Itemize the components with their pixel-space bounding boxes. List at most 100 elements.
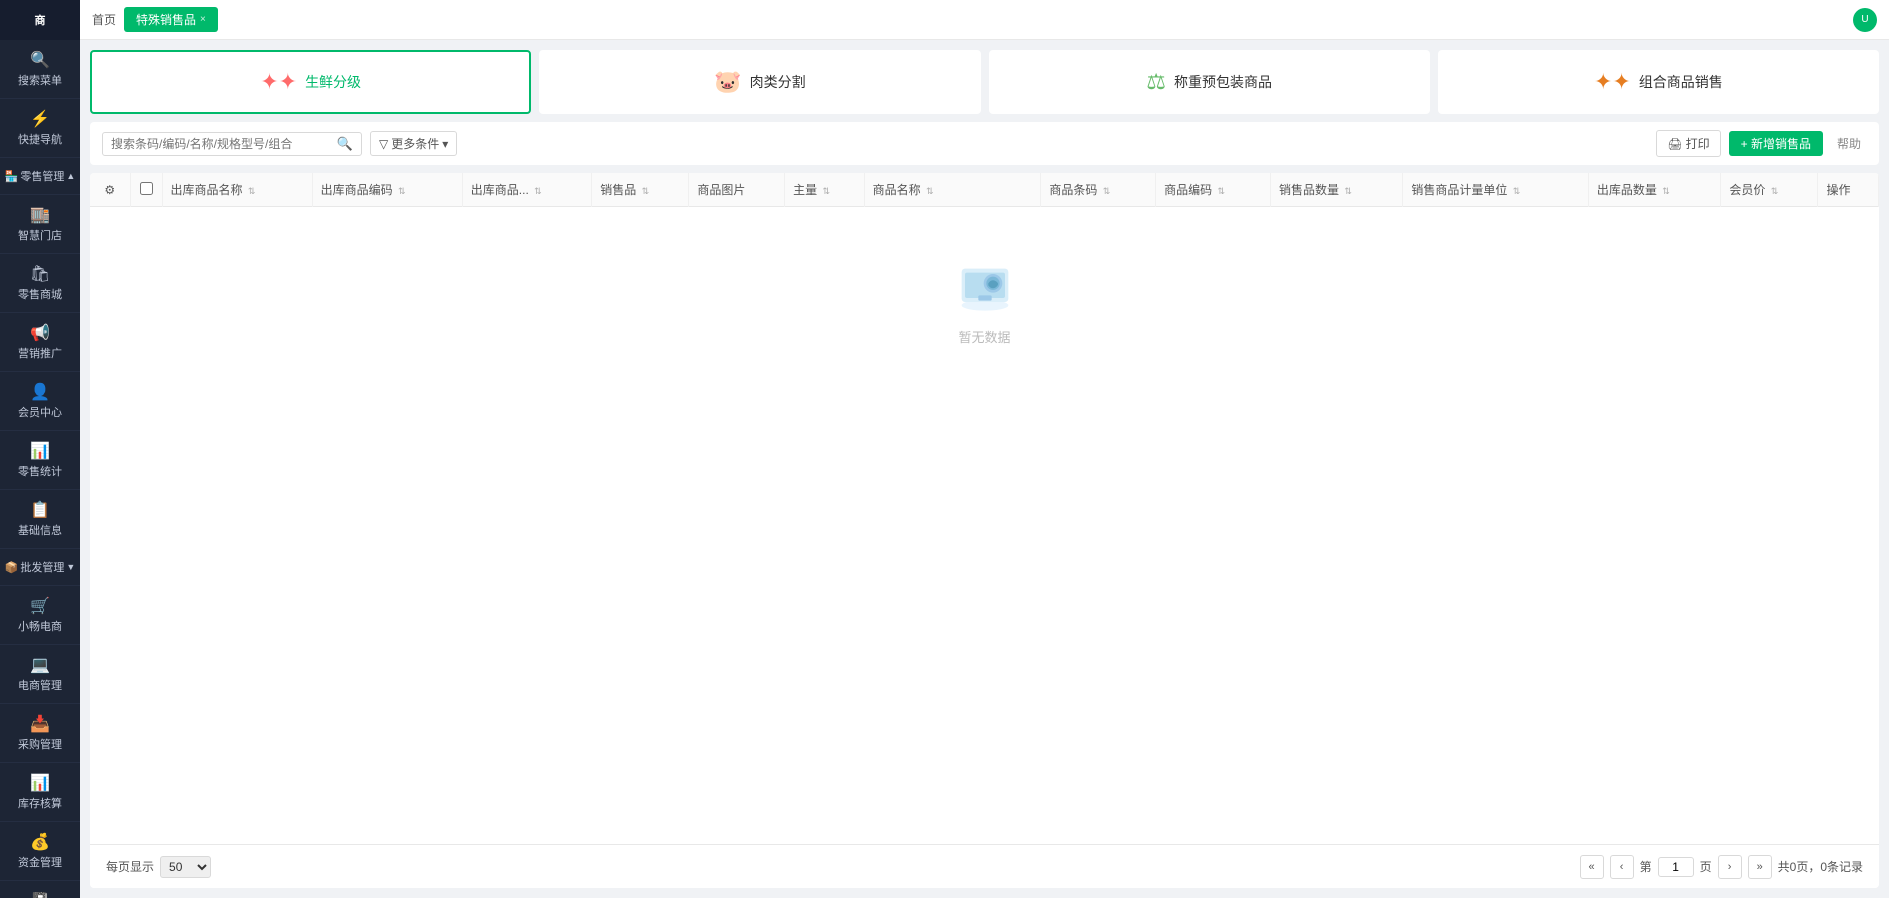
toolbar-right: 🖨 打印 + 新增销售品 帮助 <box>1656 130 1867 157</box>
retail-mgmt-icon: 🏪 <box>5 170 19 183</box>
search-box[interactable]: 🔍 <box>102 132 362 156</box>
page-suffix: 页 <box>1700 858 1712 875</box>
page-container: ✦✦ 生鲜分级 🐷 肉类分割 ⚖ 称重预包装商品 ✦✦ 组合商品销售 🔍 <box>80 40 1889 898</box>
print-label: 打印 <box>1686 135 1710 152</box>
first-page-btn[interactable]: « <box>1580 855 1604 879</box>
th-label: 主量 <box>793 183 817 197</box>
meat-cutting-icon: 🐷 <box>714 69 741 95</box>
help-button[interactable]: 帮助 <box>1831 131 1867 156</box>
tab-card-combo-goods[interactable]: ✦✦ 组合商品销售 <box>1438 50 1879 114</box>
th-label: 出库品数量 <box>1597 183 1657 197</box>
sidebar-item-general-ledger[interactable]: 📓 总账管理 <box>0 881 80 898</box>
sidebar-item-label: 快捷导航 <box>18 134 62 146</box>
print-button[interactable]: 🖨 打印 <box>1656 130 1720 157</box>
select-all-checkbox[interactable] <box>140 182 153 195</box>
th-label: 出库商品名称 <box>171 183 243 197</box>
search-icon[interactable]: 🔍 <box>337 136 353 152</box>
weight-prepack-icon: ⚖ <box>1146 69 1166 95</box>
th-goods-image[interactable]: 商品图片 <box>689 173 785 207</box>
tab-cards-row: ✦✦ 生鲜分级 🐷 肉类分割 ⚖ 称重预包装商品 ✦✦ 组合商品销售 <box>90 50 1879 114</box>
per-page-select[interactable]: 50 10 20 100 <box>160 856 211 878</box>
close-tab-icon[interactable]: × <box>200 14 206 25</box>
th-label: 商品编码 <box>1164 183 1212 197</box>
add-goods-button[interactable]: + 新增销售品 <box>1729 131 1823 156</box>
next-page-btn[interactable]: › <box>1718 855 1742 879</box>
tab-card-meat-cutting[interactable]: 🐷 肉类分割 <box>539 50 980 114</box>
sidebar-item-quick-nav[interactable]: ⚡ 快捷导航 <box>0 99 80 158</box>
table-header-row: ⚙ 出库商品名称 ⇅ 出库商品编码 ⇅ <box>90 173 1879 207</box>
sidebar-item-search-menu[interactable]: 🔍 搜索菜单 <box>0 40 80 99</box>
th-label: 商品条码 <box>1049 183 1097 197</box>
sidebar-item-label: 基础信息 <box>18 525 62 537</box>
th-label: 操作 <box>1826 183 1850 197</box>
sidebar-item-purchase-mgmt[interactable]: 📥 采购管理 <box>0 704 80 763</box>
sort-arrows-icon: ⇅ <box>823 186 831 196</box>
th-goods-barcode[interactable]: 商品条码 ⇅ <box>1041 173 1156 207</box>
tab-card-label: 称重预包装商品 <box>1174 72 1272 92</box>
inventory-icon: 📊 <box>4 773 76 793</box>
sidebar-item-inventory[interactable]: 📊 库存核算 <box>0 763 80 822</box>
top-nav: 首页 特殊销售品 × U <box>80 0 1889 40</box>
page-number-input[interactable] <box>1658 857 1694 877</box>
th-goods-name[interactable]: 商品名称 ⇅ <box>864 173 1041 207</box>
th-settings[interactable]: ⚙ <box>90 173 130 207</box>
breadcrumb-home[interactable]: 首页 <box>92 11 116 28</box>
sidebar-item-retail-mall[interactable]: 🛍 零售商城 <box>0 254 80 313</box>
sidebar-item-basic-info[interactable]: 📋 基础信息 <box>0 490 80 549</box>
ecommerce-mgmt-icon: 💻 <box>4 655 76 675</box>
th-member-price[interactable]: 会员价 ⇅ <box>1721 173 1818 207</box>
user-avatar: U <box>1853 8 1877 32</box>
filter-button[interactable]: ▽ 更多条件 ▾ <box>370 131 457 156</box>
sidebar-item-member-center[interactable]: 👤 会员中心 <box>0 372 80 431</box>
th-goods-code[interactable]: 商品编码 ⇅ <box>1156 173 1271 207</box>
th-sales-qty[interactable]: 销售品数量 ⇅ <box>1270 173 1402 207</box>
sidebar-item-smart-store[interactable]: 🏬 智慧门店 <box>0 195 80 254</box>
logo-text: 商 <box>35 12 46 28</box>
th-out-goods-code[interactable]: 出库商品编码 ⇅ <box>312 173 462 207</box>
th-label: 销售品数量 <box>1279 183 1339 197</box>
search-input[interactable] <box>111 137 333 151</box>
empty-state: 暂无数据 <box>90 207 1879 386</box>
data-table: ⚙ 出库商品名称 ⇅ 出库商品编码 ⇅ <box>90 173 1879 207</box>
sidebar-item-capital-mgmt[interactable]: 💰 资金管理 <box>0 822 80 881</box>
tab-card-fresh-grading[interactable]: ✦✦ 生鲜分级 <box>90 50 531 114</box>
fresh-grading-icon: ✦✦ <box>260 69 297 95</box>
th-out-goods-spec[interactable]: 出库商品... ⇅ <box>462 173 592 207</box>
th-operation: 操作 <box>1818 173 1879 207</box>
sidebar-item-mini-ecommerce[interactable]: 🛒 小畅电商 <box>0 586 80 645</box>
th-out-qty[interactable]: 出库品数量 ⇅ <box>1588 173 1720 207</box>
sidebar-item-sales-promo[interactable]: 📢 营销推广 <box>0 313 80 372</box>
prev-page-btn[interactable]: ‹ <box>1610 855 1634 879</box>
arrow-icon: ▲ <box>66 171 75 181</box>
filter-label: 更多条件 <box>391 135 439 152</box>
sidebar-item-retail-stats[interactable]: 📊 零售统计 <box>0 431 80 490</box>
sidebar-item-wholesale-mgmt[interactable]: 📦 批发管理 ▼ <box>0 549 80 586</box>
sort-arrows-icon: ⇅ <box>534 186 542 196</box>
toolbar-left: 🔍 ▽ 更多条件 ▾ <box>102 131 457 156</box>
tab-card-label: 肉类分割 <box>750 72 806 92</box>
sidebar-item-label: 零售统计 <box>18 466 62 478</box>
table-wrapper: ⚙ 出库商品名称 ⇅ 出库商品编码 ⇅ <box>90 173 1879 844</box>
arrow-icon: ▼ <box>66 562 75 572</box>
th-sales-unit[interactable]: 销售商品计量单位 ⇅ <box>1403 173 1589 207</box>
active-tab-pill[interactable]: 特殊销售品 × <box>124 7 218 32</box>
sidebar-item-label: 小畅电商 <box>18 621 62 633</box>
print-icon: 🖨 <box>1667 137 1682 151</box>
empty-text: 暂无数据 <box>958 327 1010 346</box>
sidebar-item-ecommerce-mgmt[interactable]: 💻 电商管理 <box>0 645 80 704</box>
th-checkbox[interactable] <box>130 173 162 207</box>
sidebar-item-retail-mgmt[interactable]: 🏪 零售管理 ▲ <box>0 158 80 195</box>
sidebar-item-label: 资金管理 <box>18 857 62 869</box>
sort-arrows-icon: ⇅ <box>926 186 934 196</box>
tab-card-weight-prepack[interactable]: ⚖ 称重预包装商品 <box>989 50 1430 114</box>
top-right-area: U <box>1853 8 1877 32</box>
th-out-goods-name[interactable]: 出库商品名称 ⇅ <box>162 173 312 207</box>
th-weight[interactable]: 主量 ⇅ <box>785 173 864 207</box>
th-sales-goods[interactable]: 销售品 ⇅ <box>592 173 689 207</box>
last-page-btn[interactable]: » <box>1748 855 1772 879</box>
sidebar-item-label: 库存核算 <box>18 798 62 810</box>
empty-state-illustration <box>945 247 1025 317</box>
sales-promo-icon: 📢 <box>4 323 76 343</box>
sidebar-item-label: 采购管理 <box>18 739 62 751</box>
combo-goods-icon: ✦✦ <box>1594 69 1631 95</box>
